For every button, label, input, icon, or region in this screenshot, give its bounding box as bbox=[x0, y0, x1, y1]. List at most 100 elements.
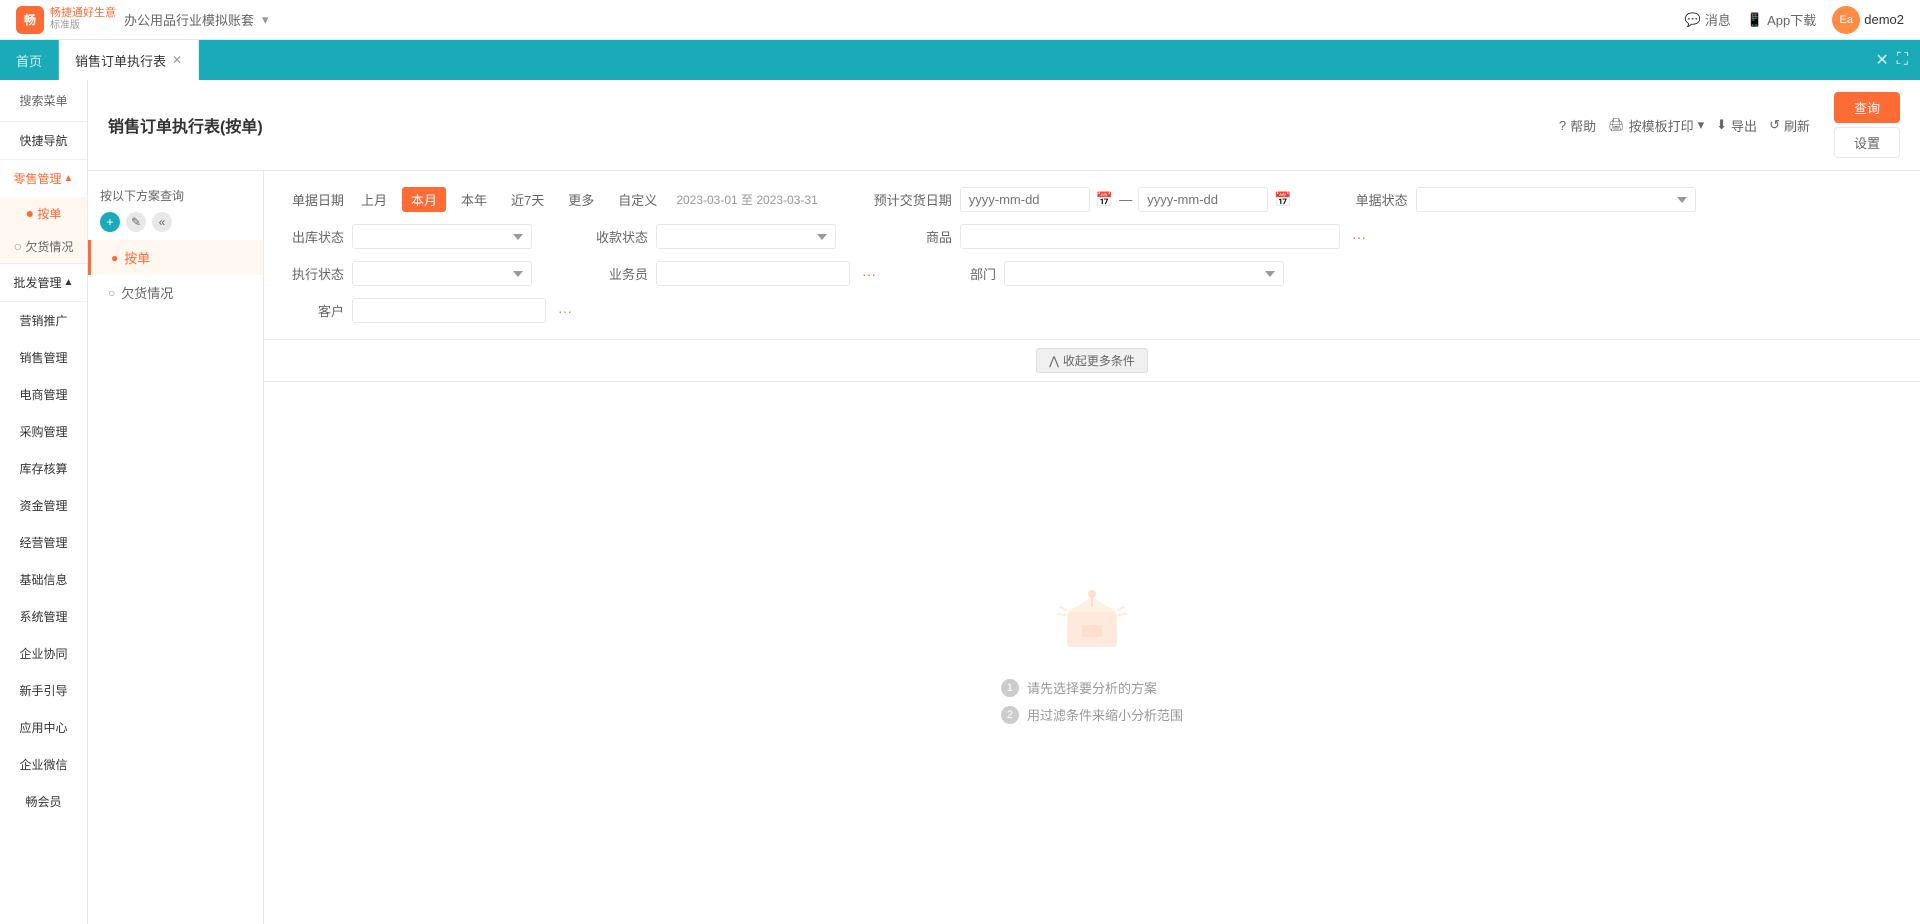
last7days-btn[interactable]: 近7天 bbox=[502, 187, 553, 212]
print-button[interactable]: 🖨 按模板打印 ▾ bbox=[1608, 116, 1704, 135]
sidebar: 搜索菜单 快捷导航 零售管理 ▲ ● 按单 bbox=[0, 80, 88, 924]
status-hint-1: 1 请先选择要分析的方案 bbox=[1001, 678, 1183, 697]
status-hints: 1 请先选择要分析的方案 2 用过滤条件来缩小分析范围 bbox=[1001, 678, 1183, 724]
filter-row-customer: 客户 ··· bbox=[284, 298, 1900, 323]
filter-controls: + ✎ « bbox=[88, 212, 263, 240]
filter-sidebar-title: 按以下方案查询 bbox=[88, 183, 263, 212]
dept-select[interactable] bbox=[1004, 261, 1284, 286]
query-button[interactable]: 查询 bbox=[1834, 92, 1900, 123]
sidebar-item-shortcut[interactable]: 快捷导航 bbox=[0, 122, 87, 159]
expected-date-start[interactable] bbox=[960, 187, 1090, 212]
salesperson-label: 业务员 bbox=[588, 264, 648, 283]
sidebar-item-order[interactable]: ● 按单 bbox=[0, 197, 87, 230]
user-area[interactable]: Ea demo2 bbox=[1832, 6, 1904, 34]
hint-text-1: 请先选择要分析的方案 bbox=[1027, 678, 1157, 697]
export-icon: ⬇ bbox=[1716, 117, 1727, 133]
salesperson-input[interactable] bbox=[656, 261, 850, 286]
sidebar-item-apps[interactable]: 应用中心 bbox=[0, 709, 87, 746]
current-year-btn[interactable]: 本年 bbox=[452, 187, 496, 212]
sidebar-wholesale-section: 批发管理 ▲ bbox=[0, 264, 87, 302]
filter-item-order[interactable]: ● 按单 bbox=[88, 240, 263, 275]
sidebar-item-marketing[interactable]: 营销推广 bbox=[0, 302, 87, 339]
tab-close-icon[interactable]: ✕ bbox=[172, 53, 182, 67]
goods-input[interactable] bbox=[960, 224, 1340, 249]
sidebar-item-basic[interactable]: 基础信息 bbox=[0, 561, 87, 598]
export-button[interactable]: ⬇ 导出 bbox=[1716, 116, 1757, 135]
sidebar-item-inventory[interactable]: 库存核算 bbox=[0, 450, 87, 487]
customer-input[interactable] bbox=[352, 298, 546, 323]
refresh-button[interactable]: ↺ 刷新 bbox=[1769, 116, 1810, 135]
sidebar-item-member[interactable]: 畅会员 bbox=[0, 783, 87, 820]
customer-group: 客户 ··· bbox=[284, 298, 576, 323]
filter-item-debt[interactable]: ○ 欠货情况 bbox=[88, 275, 263, 310]
custom-btn[interactable]: 自定义 bbox=[609, 187, 666, 212]
sidebar-item-purchase[interactable]: 采购管理 bbox=[0, 413, 87, 450]
sidebar-item-wholesale[interactable]: 批发管理 ▲ bbox=[0, 264, 87, 301]
order-icon: ● bbox=[26, 205, 34, 221]
filter-add-button[interactable]: + bbox=[100, 212, 120, 232]
payment-label: 收款状态 bbox=[588, 227, 648, 246]
goods-group: 商品 ··· bbox=[892, 224, 1370, 249]
sidebar-search-label[interactable]: 搜索菜单 bbox=[8, 88, 79, 113]
sidebar-item-ecommerce[interactable]: 电商管理 bbox=[0, 376, 87, 413]
customer-dots-button[interactable]: ··· bbox=[554, 303, 576, 319]
window-close-button[interactable]: ✕ bbox=[1875, 50, 1888, 70]
expected-date-end[interactable] bbox=[1138, 187, 1268, 212]
sidebar-item-debt[interactable]: ○ 欠货情况 bbox=[0, 230, 87, 263]
sidebar-item-cooperation[interactable]: 企业协同 bbox=[0, 635, 87, 672]
logo-text: 畅捷通好生意 标准版 bbox=[50, 7, 116, 32]
execution-select[interactable] bbox=[352, 261, 532, 286]
window-maximize-button[interactable]: ⛶ bbox=[1897, 51, 1908, 69]
page-header: 销售订单执行表(按单) ? 帮助 🖨 按模板打印 ▾ ⬇ 导出 bbox=[88, 80, 1920, 171]
date-filter-buttons: 上月 本月 本年 近7天 更多 自定义 2023-03-01 至 2023-03… bbox=[352, 187, 818, 212]
sidebar-item-system[interactable]: 系统管理 bbox=[0, 598, 87, 635]
print-dropdown-icon: ▾ bbox=[1698, 117, 1705, 133]
goods-dots-button[interactable]: ··· bbox=[1348, 229, 1370, 245]
cal-icon-end[interactable]: 📅 bbox=[1274, 191, 1291, 208]
sidebar-search[interactable]: 搜索菜单 bbox=[0, 80, 87, 122]
retail-arrow: ▲ bbox=[64, 173, 74, 184]
sidebar-retail-label: 零售管理 ▲ bbox=[14, 170, 74, 187]
settings-button[interactable]: 设置 bbox=[1834, 127, 1900, 158]
content-area: 销售订单执行表(按单) ? 帮助 🖨 按模板打印 ▾ ⬇ 导出 bbox=[88, 80, 1920, 924]
filter-row-status: 出库状态 收款状态 bbox=[284, 224, 1900, 249]
sidebar-item-wechat[interactable]: 企业微信 bbox=[0, 746, 87, 783]
sidebar-item-retail[interactable]: 零售管理 ▲ bbox=[0, 160, 87, 197]
collapse-more-bar: ⋀ 收起更多条件 bbox=[264, 340, 1920, 382]
top-bar-title: 办公用品行业模拟账套 bbox=[124, 10, 254, 29]
tab-home[interactable]: 首页 bbox=[0, 40, 59, 80]
filter-edit-button[interactable]: ✎ bbox=[126, 212, 146, 232]
sidebar-item-operation[interactable]: 经营管理 bbox=[0, 524, 87, 561]
date-separator: — bbox=[1119, 192, 1132, 207]
filter-sidebar: 按以下方案查询 + ✎ « ● bbox=[88, 171, 264, 924]
message-icon: 💬 bbox=[1685, 12, 1701, 28]
tab-sales-order[interactable]: 销售订单执行表 ✕ bbox=[59, 40, 199, 80]
more-btn[interactable]: 更多 bbox=[559, 187, 603, 212]
payment-group: 收款状态 bbox=[588, 224, 836, 249]
order-active-icon: ● bbox=[111, 251, 118, 265]
cal-icon-start[interactable]: 📅 bbox=[1096, 191, 1113, 208]
payment-select[interactable] bbox=[656, 224, 836, 249]
current-month-btn[interactable]: 本月 bbox=[402, 187, 446, 212]
app-download-button[interactable]: 📱 App下载 bbox=[1747, 10, 1816, 29]
salesperson-dots-button[interactable]: ··· bbox=[858, 266, 880, 282]
sidebar-item-newbie[interactable]: 新手引导 bbox=[0, 672, 87, 709]
collapse-more-button[interactable]: ⋀ 收起更多条件 bbox=[1036, 348, 1148, 373]
tab-bar: 首页 销售订单执行表 ✕ ✕ ⛶ bbox=[0, 40, 1920, 80]
last-month-btn[interactable]: 上月 bbox=[352, 187, 396, 212]
sidebar-shortcut-label: 快捷导航 bbox=[19, 132, 67, 149]
filter-collapse-button[interactable]: « bbox=[152, 212, 172, 232]
help-icon: ? bbox=[1559, 118, 1566, 133]
logo-icon: 畅 bbox=[16, 6, 44, 34]
app-download-icon: 📱 bbox=[1747, 12, 1763, 28]
status-select[interactable] bbox=[1416, 187, 1696, 212]
title-dropdown-icon[interactable]: ▾ bbox=[262, 12, 269, 28]
status-hint-2: 2 用过滤条件来缩小分析范围 bbox=[1001, 705, 1183, 724]
message-button[interactable]: 💬 消息 bbox=[1685, 10, 1731, 29]
outstock-select[interactable] bbox=[352, 224, 532, 249]
help-button[interactable]: ? 帮助 bbox=[1559, 116, 1596, 135]
filter-row-exec: 执行状态 业务员 ··· 部门 bbox=[284, 261, 1900, 286]
sidebar-item-finance[interactable]: 资金管理 bbox=[0, 487, 87, 524]
sidebar-item-sales[interactable]: 销售管理 bbox=[0, 339, 87, 376]
filter-form: 单据日期 上月 本月 本年 近7天 更多 自定义 2023-03-01 至 20… bbox=[264, 171, 1920, 340]
